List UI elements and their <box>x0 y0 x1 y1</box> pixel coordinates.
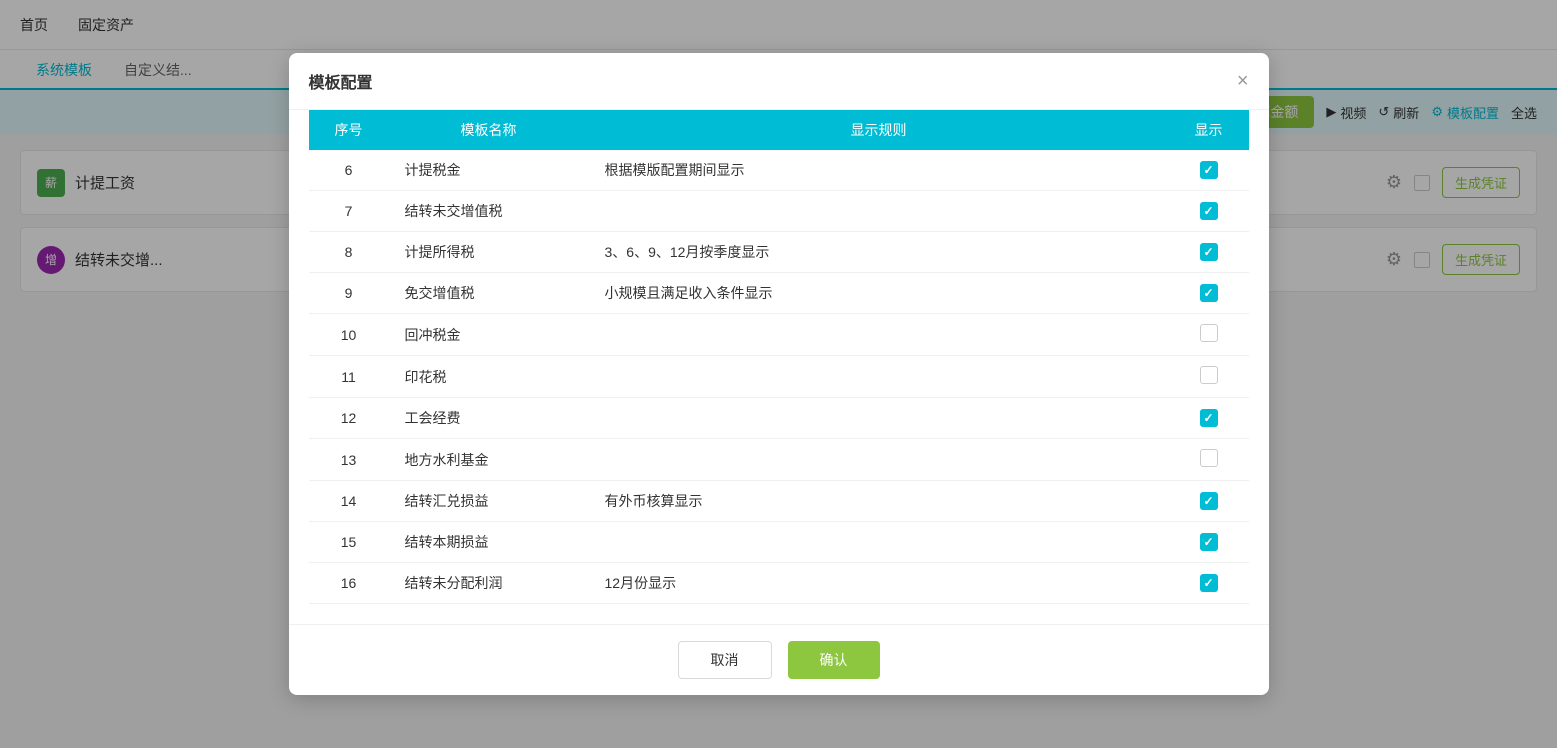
cell-rule: 12月份显示 <box>589 563 1169 604</box>
cell-name: 结转未交增值税 <box>389 191 589 232</box>
cell-checkbox <box>1169 563 1249 604</box>
cell-checkbox <box>1169 356 1249 398</box>
cell-checkbox <box>1169 191 1249 232</box>
cell-rule: 3、6、9、12月按季度显示 <box>589 232 1169 273</box>
cell-name: 工会经费 <box>389 398 589 439</box>
table-row: 16结转未分配利润12月份显示 <box>309 563 1249 604</box>
cell-checkbox <box>1169 481 1249 522</box>
cell-id: 16 <box>309 563 389 604</box>
cell-id: 11 <box>309 356 389 398</box>
table-row: 11印花税 <box>309 356 1249 398</box>
cell-rule <box>589 398 1169 439</box>
cell-name: 回冲税金 <box>389 314 589 356</box>
cell-name: 计提所得税 <box>389 232 589 273</box>
modal-footer: 取消 确认 <box>289 624 1269 695</box>
cell-id: 13 <box>309 439 389 481</box>
cell-rule <box>589 356 1169 398</box>
cell-id: 12 <box>309 398 389 439</box>
table-row: 6计提税金根据模版配置期间显示 <box>309 150 1249 191</box>
checkbox-row-9[interactable] <box>1200 284 1218 302</box>
cell-name: 印花税 <box>389 356 589 398</box>
col-header-rule: 显示规则 <box>589 110 1169 150</box>
table-header-row: 序号 模板名称 显示规则 显示 <box>309 110 1249 150</box>
checkbox-row-12[interactable] <box>1200 409 1218 427</box>
cell-rule <box>589 439 1169 481</box>
cell-id: 6 <box>309 150 389 191</box>
cell-name: 免交增值税 <box>389 273 589 314</box>
cell-rule: 有外币核算显示 <box>589 481 1169 522</box>
cell-name: 结转本期损益 <box>389 522 589 563</box>
cell-checkbox <box>1169 439 1249 481</box>
col-header-show: 显示 <box>1169 110 1249 150</box>
modal-header: 模板配置 × <box>289 53 1269 110</box>
checkbox-row-15[interactable] <box>1200 533 1218 551</box>
cell-checkbox <box>1169 314 1249 356</box>
modal: 模板配置 × 序号 模板名称 显示规则 显示 6计提税金根据模版配置期间显示7结… <box>289 53 1269 695</box>
cell-id: 10 <box>309 314 389 356</box>
cell-checkbox <box>1169 398 1249 439</box>
cancel-button[interactable]: 取消 <box>678 641 772 679</box>
table-row: 15结转本期损益 <box>309 522 1249 563</box>
table-row: 10回冲税金 <box>309 314 1249 356</box>
checkbox-row-16[interactable] <box>1200 574 1218 592</box>
cell-name: 计提税金 <box>389 150 589 191</box>
checkbox-row-14[interactable] <box>1200 492 1218 510</box>
modal-overlay: 模板配置 × 序号 模板名称 显示规则 显示 6计提税金根据模版配置期间显示7结… <box>0 0 1557 748</box>
cell-rule: 根据模版配置期间显示 <box>589 150 1169 191</box>
cell-id: 8 <box>309 232 389 273</box>
modal-body: 序号 模板名称 显示规则 显示 6计提税金根据模版配置期间显示7结转未交增值税8… <box>289 110 1269 624</box>
cell-id: 7 <box>309 191 389 232</box>
checkbox-row-11[interactable] <box>1200 366 1218 384</box>
table-row: 14结转汇兑损益有外币核算显示 <box>309 481 1249 522</box>
config-table: 序号 模板名称 显示规则 显示 6计提税金根据模版配置期间显示7结转未交增值税8… <box>309 110 1249 604</box>
cell-rule <box>589 191 1169 232</box>
checkbox-row-10[interactable] <box>1200 324 1218 342</box>
cell-name: 结转未分配利润 <box>389 563 589 604</box>
table-row: 8计提所得税3、6、9、12月按季度显示 <box>309 232 1249 273</box>
modal-title: 模板配置 <box>309 69 373 93</box>
cell-checkbox <box>1169 273 1249 314</box>
col-header-name: 模板名称 <box>389 110 589 150</box>
table-row: 7结转未交增值税 <box>309 191 1249 232</box>
col-header-id: 序号 <box>309 110 389 150</box>
cell-id: 9 <box>309 273 389 314</box>
checkbox-row-13[interactable] <box>1200 449 1218 467</box>
checkbox-row-8[interactable] <box>1200 243 1218 261</box>
confirm-button[interactable]: 确认 <box>788 641 880 679</box>
table-row: 12工会经费 <box>309 398 1249 439</box>
cell-rule <box>589 522 1169 563</box>
cell-checkbox <box>1169 232 1249 273</box>
cell-name: 结转汇兑损益 <box>389 481 589 522</box>
cell-rule: 小规模且满足收入条件显示 <box>589 273 1169 314</box>
cell-checkbox <box>1169 150 1249 191</box>
cell-checkbox <box>1169 522 1249 563</box>
cell-id: 15 <box>309 522 389 563</box>
cell-id: 14 <box>309 481 389 522</box>
modal-close-button[interactable]: × <box>1237 71 1249 91</box>
table-row: 9免交增值税小规模且满足收入条件显示 <box>309 273 1249 314</box>
checkbox-row-7[interactable] <box>1200 202 1218 220</box>
table-row: 13地方水利基金 <box>309 439 1249 481</box>
cell-name: 地方水利基金 <box>389 439 589 481</box>
cell-rule <box>589 314 1169 356</box>
checkbox-row-6[interactable] <box>1200 161 1218 179</box>
